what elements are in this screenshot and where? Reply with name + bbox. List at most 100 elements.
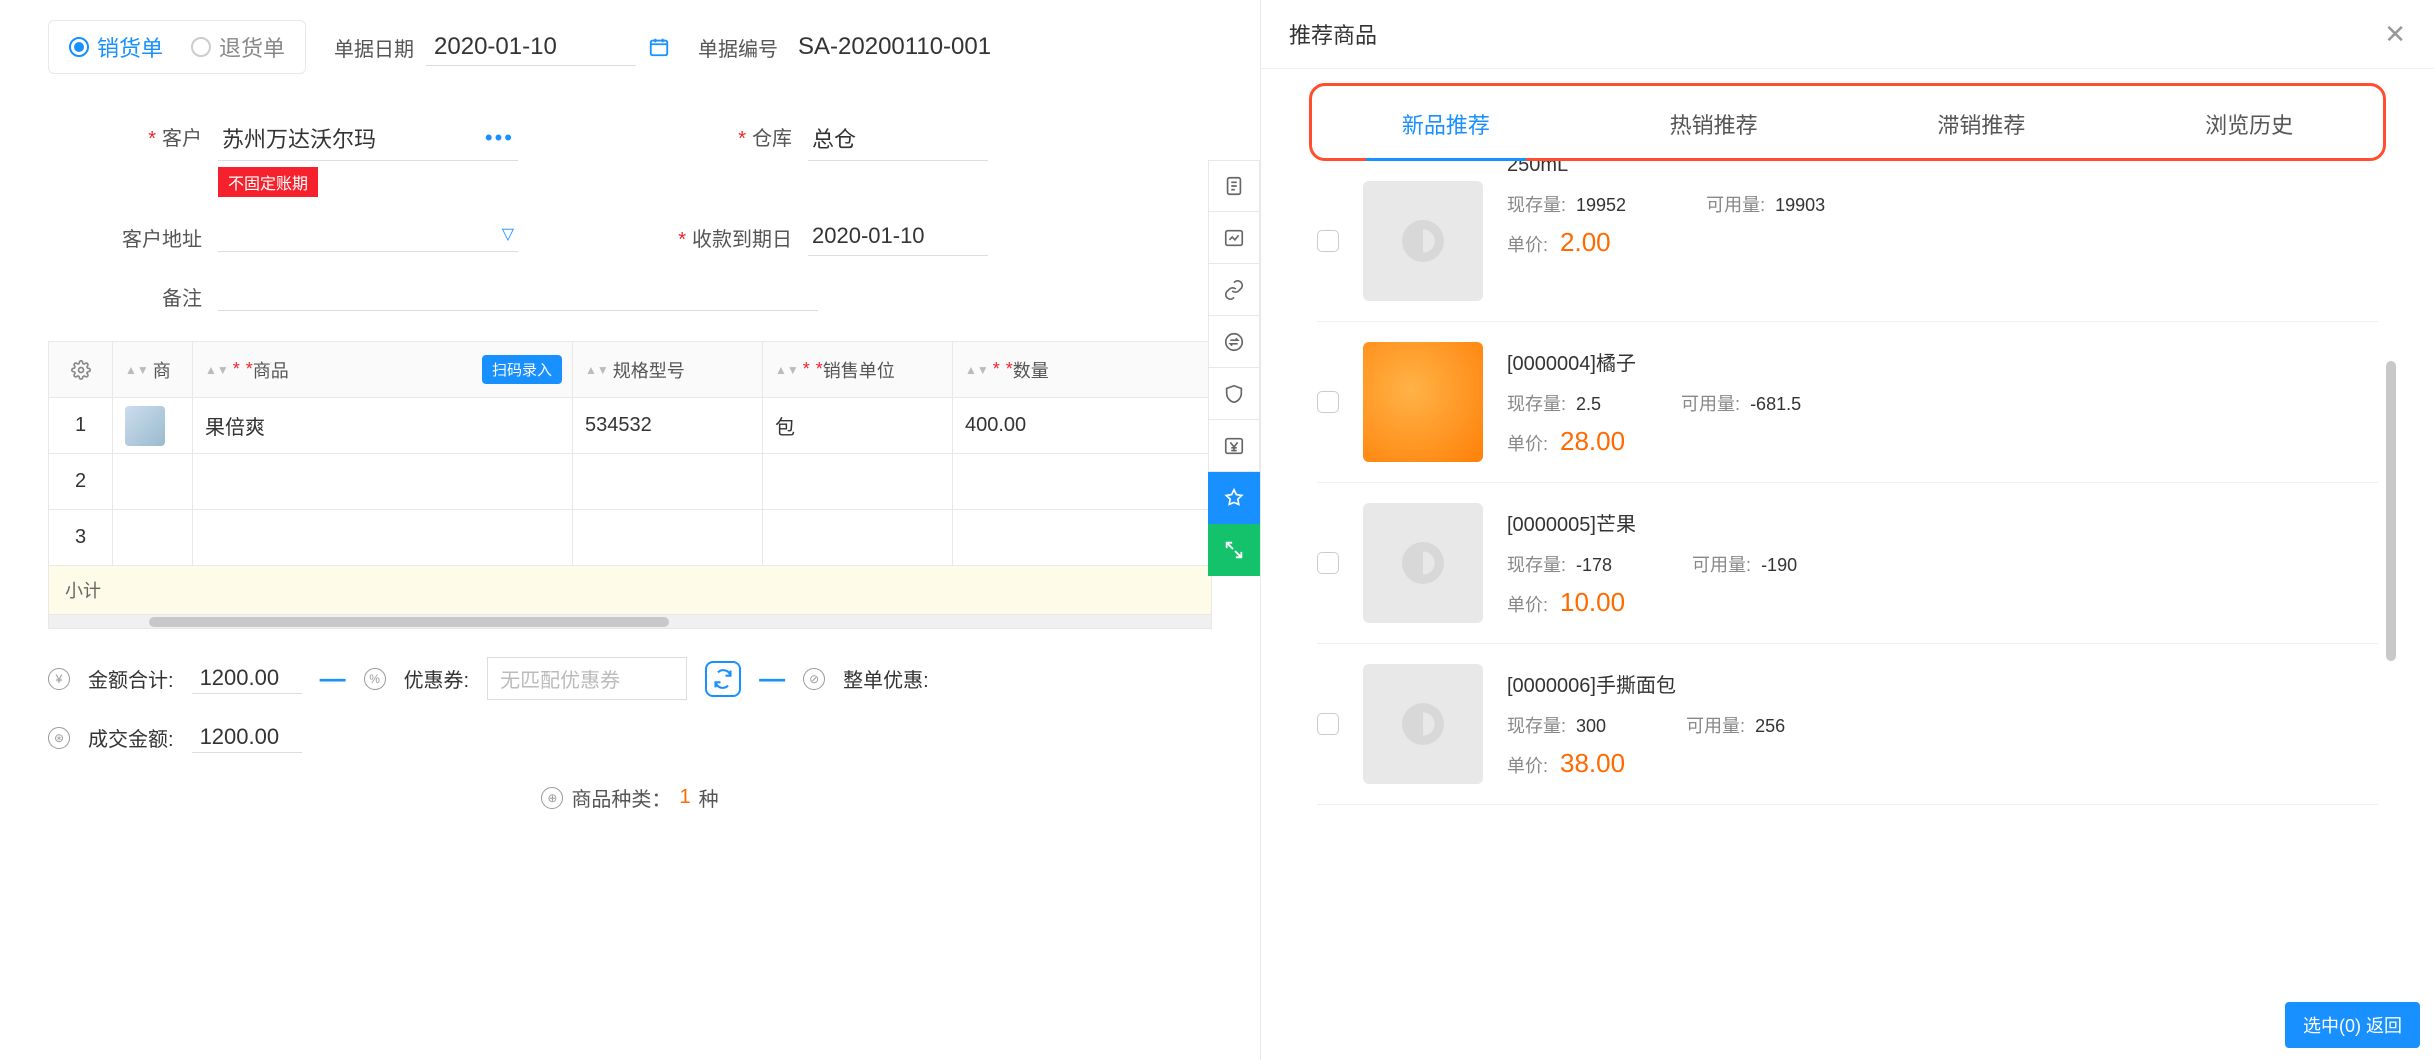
amount-total-value: 1200.00 [192,663,302,694]
item-name: [0000006]手撕面包 [1507,669,2378,698]
item-image [1363,342,1483,462]
doc-no-value: SA-20200110-001 [790,29,1000,65]
recommend-title: 推荐商品 [1289,18,1377,50]
item-stock-label: 现存量:-178 [1507,551,1612,577]
order-type-tabs: 销货单 退货单 [48,20,306,74]
coupon-icon: % [364,668,386,690]
customer-input[interactable]: 苏州万达沃尔玛 ••• [218,116,518,161]
tab-browse-history[interactable]: 浏览历史 [2115,90,2383,158]
item-name: 250mL [1507,161,2378,177]
billing-period-tag: 不固定账期 [218,167,318,197]
item-checkbox[interactable] [1317,552,1339,574]
footer-summary: ⊕ 商品种类： 1 种 [48,783,1212,812]
side-yen-icon[interactable] [1208,420,1260,472]
item-image [1363,664,1483,784]
item-image [1363,503,1483,623]
tab-sales-order[interactable]: 销货单 [69,31,163,63]
warehouse-label: 仓库 [638,116,808,161]
item-stock-label: 现存量:300 [1507,712,1606,738]
remark-label: 备注 [48,276,218,311]
item-image [1363,181,1483,301]
v-scrollbar[interactable] [2386,361,2396,661]
address-select[interactable]: ▽ [218,217,518,252]
tab-hot-recommend[interactable]: 热销推荐 [1580,90,1848,158]
amount-total-label: 金额合计: [88,664,174,693]
col-spec[interactable]: ▲▼规格型号 [573,342,763,397]
item-avail-label: 可用量:256 [1686,712,1785,738]
tab-slow-recommend[interactable]: 滞销推荐 [1848,90,2116,158]
side-link-icon[interactable] [1208,264,1260,316]
item-avail-label: 可用量:-190 [1692,551,1797,577]
discount-icon: ⊘ [803,668,825,690]
warehouse-input[interactable]: 总仓 [808,116,988,161]
recommend-item[interactable]: [0000005]芒果现存量:-178 可用量:-190 单价:10.00 [1317,483,2378,644]
recommend-list[interactable]: 250mL 现存量:19952 可用量:19903 单价:2.00 [0000004]橘… [1261,161,2434,1060]
side-chart-icon[interactable] [1208,212,1260,264]
deal-icon: ⊛ [48,727,70,749]
customer-label: 客户 [48,116,218,197]
scan-input-button[interactable]: 扫码录入 [482,355,562,384]
table-settings-icon[interactable] [49,342,113,397]
item-price-label: 单价:10.00 [1507,587,2378,618]
minus-icon: — [320,663,346,694]
tab-return-order[interactable]: 退货单 [191,31,285,63]
table-row[interactable]: 3 [49,510,1211,566]
customer-lookup-icon[interactable]: ••• [485,125,514,151]
col-image[interactable]: ▲▼商 [113,342,193,397]
chevron-down-icon: ▽ [502,224,514,244]
tab-new-recommend[interactable]: 新品推荐 [1312,90,1580,158]
address-label: 客户地址 [48,217,218,252]
whole-discount-label: 整单优惠: [843,664,929,693]
recommend-item[interactable]: [0000006]手撕面包现存量:300 可用量:256 单价:38.00 [1317,644,2378,805]
table-row[interactable]: 2 [49,454,1211,510]
remark-input[interactable] [218,276,818,311]
item-avail-label: 可用量:-681.5 [1681,390,1801,416]
deal-amount-label: 成交金额: [88,723,174,752]
col-product[interactable]: ▲▼*商品 扫码录入 [193,342,573,397]
side-doc-icon[interactable] [1208,160,1260,212]
deal-amount-value: 1200.00 [192,722,302,753]
coupon-input[interactable]: 无匹配优惠券 [487,657,687,700]
item-stock-label: 现存量:19952 [1507,191,1626,217]
col-unit[interactable]: ▲▼*销售单位 [763,342,953,397]
recommend-item[interactable]: 250mL 现存量:19952 可用量:19903 单价:2.00 [1317,161,2378,322]
subtotal-row: 小计 [49,566,1211,614]
item-price-label: 单价:28.00 [1507,426,2378,457]
item-name: [0000005]芒果 [1507,508,2378,537]
side-star-icon[interactable] [1208,472,1260,524]
yen-icon: ¥ [48,668,70,690]
selected-return-button[interactable]: 选中(0) 返回 [2285,1002,2420,1048]
coupon-label: 优惠券: [404,664,470,693]
due-date-input[interactable]: 2020-01-10 [808,217,988,256]
item-avail-label: 可用量:19903 [1706,191,1825,217]
item-price-label: 单价:2.00 [1507,227,2378,258]
table-row[interactable]: 1 果倍爽 534532 包 400.00 [49,398,1211,454]
recommend-tabs-highlight: 新品推荐 热销推荐 滞销推荐 浏览历史 [1309,83,2386,161]
refresh-coupon-button[interactable] [705,661,741,697]
sales-form-panel: 销货单 退货单 单据日期 2020-01-10 单据编号 SA-20200110… [0,0,1260,1060]
recommend-panel: 推荐商品 ✕ 新品推荐 热销推荐 滞销推荐 浏览历史 250mL 现存量:1995… [1260,0,2434,1060]
calendar-icon[interactable] [648,36,670,58]
item-checkbox[interactable] [1317,713,1339,735]
item-price-label: 单价:38.00 [1507,748,2378,779]
due-date-label: 收款到期日 [638,217,808,256]
item-checkbox[interactable] [1317,391,1339,413]
tag-icon: ⊕ [541,787,563,809]
col-qty[interactable]: ▲▼*数量 [953,342,1093,397]
side-expand-icon[interactable] [1208,524,1260,576]
recommend-item[interactable]: [0000004]橘子现存量:2.5 可用量:-681.5 单价:28.00 [1317,322,2378,483]
product-thumb [125,406,165,446]
h-scrollbar[interactable] [49,614,1211,628]
item-name: [0000004]橘子 [1507,347,2378,376]
item-stock-label: 现存量:2.5 [1507,390,1601,416]
item-checkbox[interactable] [1317,230,1339,252]
doc-date-value[interactable]: 2020-01-10 [426,29,636,66]
side-icon-bar [1208,160,1260,576]
side-shield-icon[interactable] [1208,368,1260,420]
doc-date-label: 单据日期 [334,33,414,62]
minus-icon: — [759,663,785,694]
close-icon[interactable]: ✕ [2384,19,2406,50]
line-item-table: ▲▼商 ▲▼*商品 扫码录入 ▲▼规格型号 ▲▼*销售单位 ▲▼*数量 1 果倍… [48,341,1212,629]
doc-no-label: 单据编号 [698,33,778,62]
side-swap-icon[interactable] [1208,316,1260,368]
